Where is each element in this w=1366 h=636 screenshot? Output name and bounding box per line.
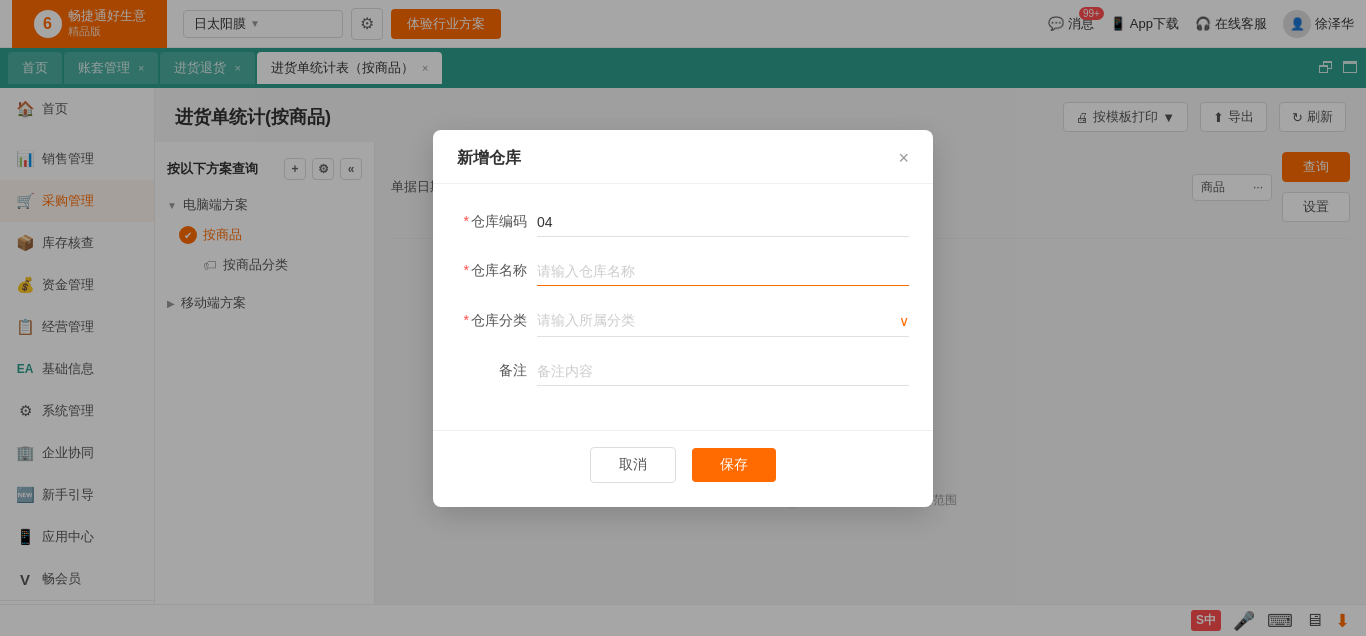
form-row-name: *仓库名称 xyxy=(457,257,909,286)
form-label-category: *仓库分类 xyxy=(457,312,537,330)
modal-close-button[interactable]: × xyxy=(898,149,909,167)
modal-title: 新增仓库 xyxy=(457,148,521,169)
category-placeholder: 请输入所属分类 xyxy=(537,312,635,330)
modal-footer: 取消 保存 xyxy=(433,430,933,507)
form-label-name: *仓库名称 xyxy=(457,262,537,280)
form-row-remark: 备注 xyxy=(457,357,909,386)
new-warehouse-modal: 新增仓库 × *仓库编码 *仓库名称 *仓库分类 xyxy=(433,130,933,507)
cancel-button[interactable]: 取消 xyxy=(590,447,676,483)
warehouse-remark-input[interactable] xyxy=(537,357,909,386)
form-row-code: *仓库编码 xyxy=(457,208,909,237)
form-label-code: *仓库编码 xyxy=(457,213,537,231)
warehouse-name-input[interactable] xyxy=(537,257,909,286)
warehouse-code-input[interactable] xyxy=(537,208,909,237)
modal-overlay[interactable]: 新增仓库 × *仓库编码 *仓库名称 *仓库分类 xyxy=(0,0,1366,636)
save-button[interactable]: 保存 xyxy=(692,448,776,482)
modal-header: 新增仓库 × xyxy=(433,130,933,184)
modal-body: *仓库编码 *仓库名称 *仓库分类 请输入所属分类 ∨ xyxy=(433,184,933,430)
form-row-category: *仓库分类 请输入所属分类 ∨ xyxy=(457,306,909,337)
category-dropdown-arrow: ∨ xyxy=(899,313,909,329)
warehouse-category-select[interactable]: 请输入所属分类 ∨ xyxy=(537,306,909,337)
form-label-remark: 备注 xyxy=(457,362,537,380)
